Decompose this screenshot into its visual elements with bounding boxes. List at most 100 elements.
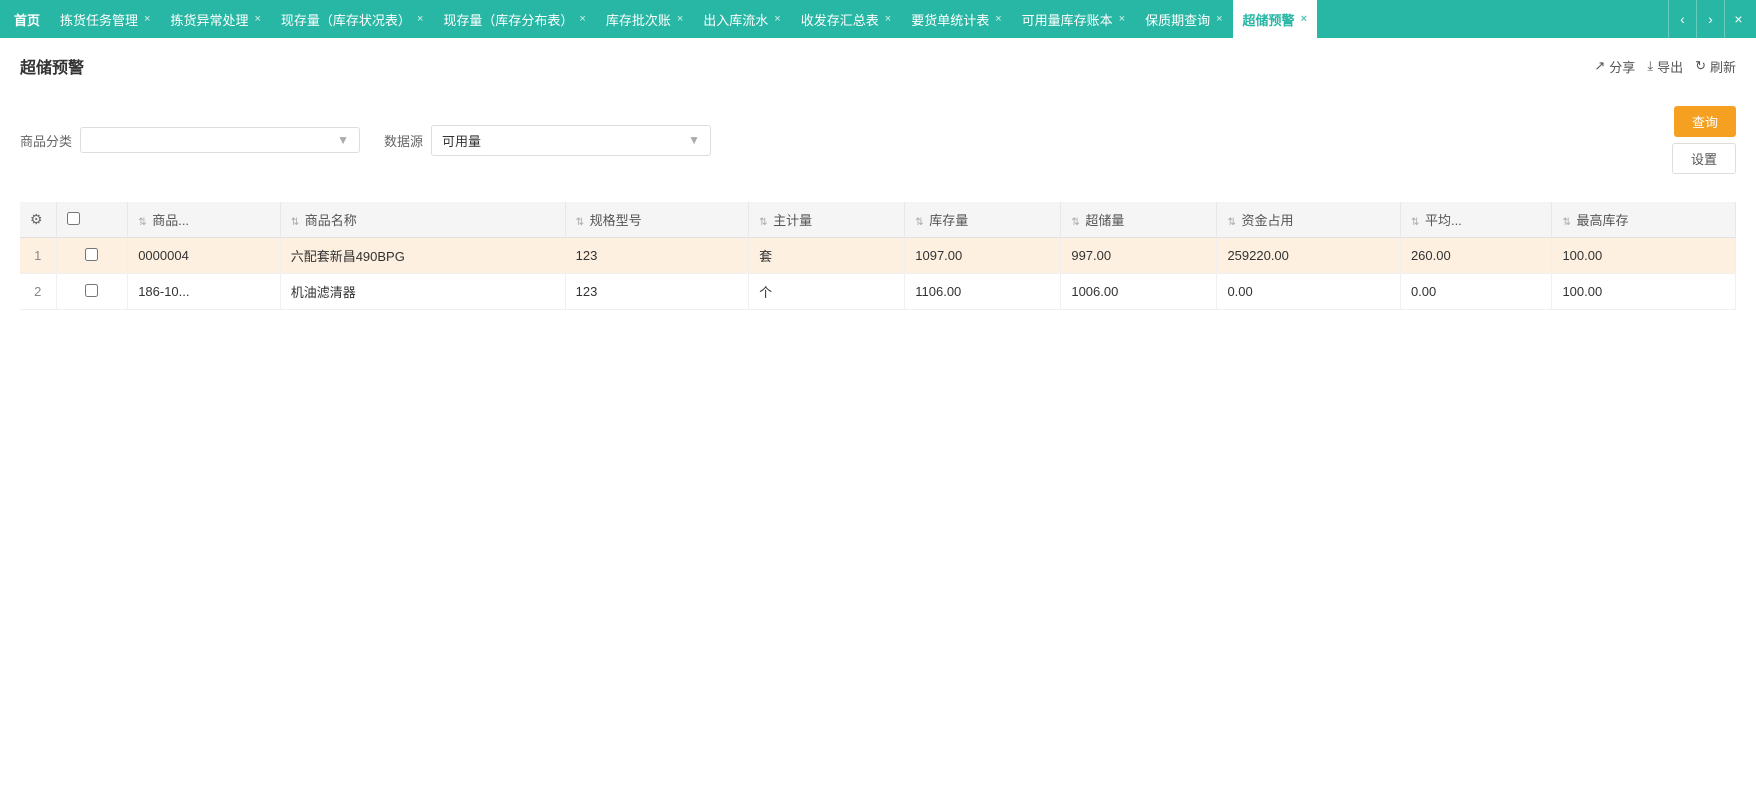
page-content: 超储预警 ↗ 分享 ⤓ 导出 ↻ 刷新 商品分类 ▼ 数据源 [0, 38, 1756, 800]
share-icon: ↗ [1594, 58, 1605, 74]
sort-icon-avg: ⇅ [1411, 217, 1419, 228]
table-row: 2 186-10... 机油滤清器 123 个 1106.00 1006.00 … [20, 274, 1736, 310]
share-button[interactable]: ↗ 分享 [1594, 57, 1635, 76]
filter-actions: 查询 设置 [1672, 106, 1736, 174]
datasource-filter: 数据源 可用量 ▼ [384, 125, 711, 156]
sort-icon-max-stock: ⇅ [1562, 217, 1570, 228]
sort-icon-overstock-qty: ⇅ [1071, 217, 1079, 228]
settings-button[interactable]: 设置 [1672, 143, 1736, 174]
row-checkbox-2 [56, 274, 128, 310]
close-quality-check[interactable]: × [1216, 13, 1222, 25]
nav-order-stats[interactable]: 要货单统计表 × [901, 0, 1011, 38]
nav-inventory-status[interactable]: 现存量（库存状况表） × [271, 0, 433, 38]
nav-recv-send-summary[interactable]: 收发存汇总表 × [791, 0, 901, 38]
sort-icon-spec: ⇅ [576, 217, 584, 228]
page-title: 超储预警 [20, 54, 84, 78]
datasource-value: 可用量 [442, 131, 481, 150]
overstock-qty-2: 1006.00 [1061, 274, 1217, 310]
table-row: 1 0000004 六配套新昌490BPG 123 套 1097.00 997.… [20, 238, 1736, 274]
close-inventory-status[interactable]: × [417, 13, 423, 25]
th-max-stock: ⇅ 最高库存 [1552, 202, 1736, 238]
select-all-checkbox[interactable] [67, 212, 80, 225]
row-num-1: 1 [20, 238, 56, 274]
unit-2: 个 [749, 274, 905, 310]
th-capital-occupied: ⇅ 资金占用 [1217, 202, 1401, 238]
nav-prev-btn[interactable]: ‹ [1668, 0, 1696, 38]
close-overstock-warning[interactable]: × [1301, 13, 1307, 25]
max-stock-2: 100.00 [1552, 274, 1736, 310]
settings-gear-icon[interactable]: ⚙ [30, 211, 43, 227]
data-table: ⚙ ⇅ 商品... ⇅ 商品名称 ⇅ 规格型号 ⇅ [20, 202, 1736, 310]
page-actions: ↗ 分享 ⤓ 导出 ↻ 刷新 [1594, 57, 1736, 76]
th-stock-qty: ⇅ 库存量 [905, 202, 1061, 238]
sort-icon-capital: ⇅ [1227, 217, 1235, 228]
row-num-2: 2 [20, 274, 56, 310]
nav-close-btn[interactable]: × [1724, 0, 1752, 38]
unit-1: 套 [749, 238, 905, 274]
overstock-qty-1: 997.00 [1061, 238, 1217, 274]
capital-occupied-2: 0.00 [1217, 274, 1401, 310]
datasource-arrow-icon: ▼ [688, 133, 700, 147]
product-code-1: 0000004 [128, 238, 281, 274]
capital-occupied-1: 259220.00 [1217, 238, 1401, 274]
topbar-nav-arrows: ‹ › × [1668, 0, 1752, 38]
nav-available-account[interactable]: 可用量库存账本 × [1012, 0, 1135, 38]
sort-icon-unit: ⇅ [759, 217, 767, 228]
product-code-2: 186-10... [128, 274, 281, 310]
refresh-button[interactable]: ↻ 刷新 [1695, 57, 1736, 76]
th-avg: ⇅ 平均... [1400, 202, 1552, 238]
spec-1: 123 [565, 238, 749, 274]
sort-icon-stock-qty: ⇅ [915, 217, 923, 228]
avg-2: 0.00 [1400, 274, 1552, 310]
query-button[interactable]: 查询 [1674, 106, 1736, 137]
nav-in-out-flow[interactable]: 出入库流水 × [693, 0, 790, 38]
close-in-out-flow[interactable]: × [774, 13, 780, 25]
table-header-row: ⚙ ⇅ 商品... ⇅ 商品名称 ⇅ 规格型号 ⇅ [20, 202, 1736, 238]
nav-overstock-warning[interactable]: 超储预警 × [1233, 0, 1317, 38]
avg-1: 260.00 [1400, 238, 1552, 274]
row-checkbox-1 [56, 238, 128, 274]
th-settings: ⚙ [20, 202, 56, 238]
nav-exception-process[interactable]: 拣货异常处理 × [160, 0, 270, 38]
product-name-2: 机油滤清器 [280, 274, 565, 310]
top-navbar: 首页 拣货任务管理 × 拣货异常处理 × 现存量（库存状况表） × 现存量（库存… [0, 0, 1756, 38]
close-batch-account[interactable]: × [677, 13, 683, 25]
th-overstock-qty: ⇅ 超储量 [1061, 202, 1217, 238]
page-header: 超储预警 ↗ 分享 ⤓ 导出 ↻ 刷新 [20, 54, 1736, 78]
category-select[interactable]: ▼ [80, 127, 360, 153]
product-name-1: 六配套新昌490BPG [280, 238, 565, 274]
row-select-1[interactable] [85, 248, 98, 261]
datasource-label: 数据源 [384, 131, 423, 150]
nav-task-mgmt[interactable]: 拣货任务管理 × [50, 0, 160, 38]
th-checkbox [56, 202, 128, 238]
nav-next-btn[interactable]: › [1696, 0, 1724, 38]
th-spec: ⇅ 规格型号 [565, 202, 749, 238]
row-select-2[interactable] [85, 284, 98, 297]
refresh-icon: ↻ [1695, 58, 1706, 74]
nav-quality-check[interactable]: 保质期查询 × [1135, 0, 1232, 38]
filter-bar: 商品分类 ▼ 数据源 可用量 ▼ 查询 设置 [20, 94, 1736, 186]
close-recv-send-summary[interactable]: × [885, 13, 891, 25]
category-label: 商品分类 [20, 131, 72, 150]
max-stock-1: 100.00 [1552, 238, 1736, 274]
close-task-mgmt[interactable]: × [144, 13, 150, 25]
close-order-stats[interactable]: × [995, 13, 1001, 25]
nav-inventory-dist[interactable]: 现存量（库存分布表） × [433, 0, 595, 38]
th-product-code: ⇅ 商品... [128, 202, 281, 238]
close-inventory-dist[interactable]: × [579, 13, 585, 25]
nav-home[interactable]: 首页 [4, 0, 50, 38]
stock-qty-2: 1106.00 [905, 274, 1061, 310]
close-exception-process[interactable]: × [254, 13, 260, 25]
spec-2: 123 [565, 274, 749, 310]
nav-batch-account[interactable]: 库存批次账 × [596, 0, 693, 38]
category-arrow-icon: ▼ [337, 133, 349, 147]
export-icon: ⤓ [1647, 58, 1653, 74]
category-filter: 商品分类 ▼ [20, 127, 360, 153]
export-button[interactable]: ⤓ 导出 [1647, 57, 1683, 76]
stock-qty-1: 1097.00 [905, 238, 1061, 274]
sort-icon-product-code: ⇅ [138, 217, 146, 228]
sort-icon-product-name: ⇅ [291, 217, 299, 228]
datasource-select[interactable]: 可用量 ▼ [431, 125, 711, 156]
th-product-name: ⇅ 商品名称 [280, 202, 565, 238]
close-available-account[interactable]: × [1119, 13, 1125, 25]
